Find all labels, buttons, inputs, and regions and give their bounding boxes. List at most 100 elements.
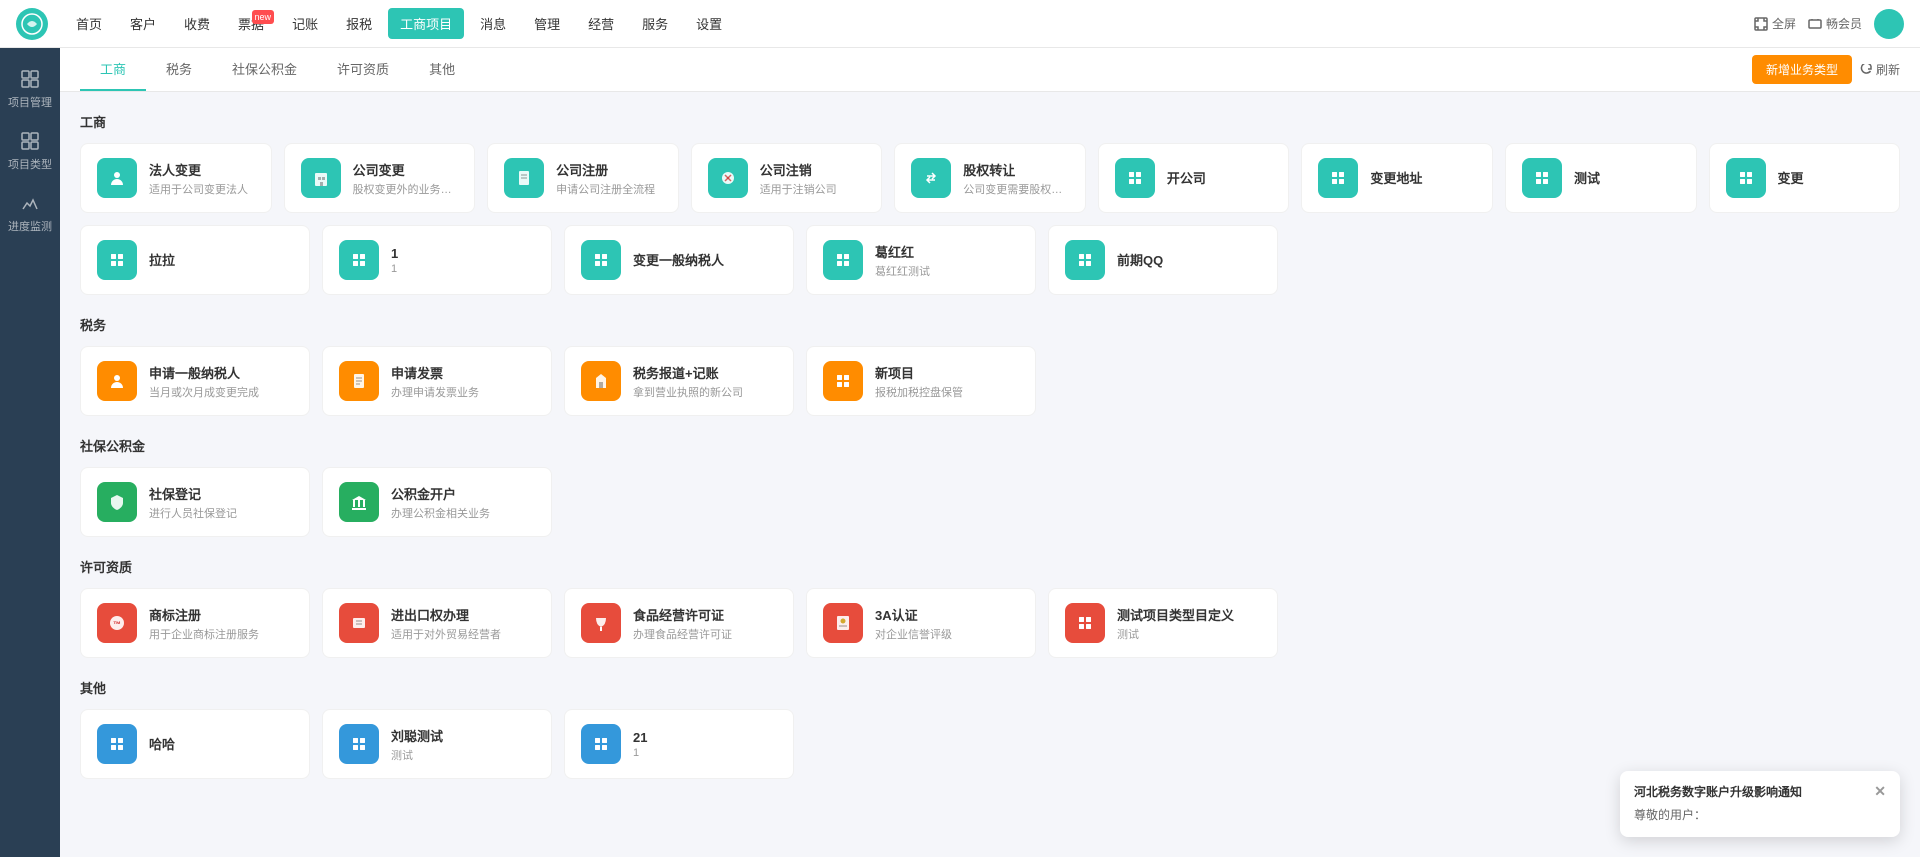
service-card-变更一般纳税人[interactable]: 变更一般纳税人 bbox=[564, 225, 794, 295]
nav-item-经营[interactable]: 经营 bbox=[576, 8, 626, 39]
card-name: 1 bbox=[391, 246, 535, 261]
card-icon-开公司 bbox=[1115, 158, 1155, 198]
card-info-3A认证: 3A认证对企业信誉评级 bbox=[875, 605, 1019, 642]
card-info-社保登记: 社保登记进行人员社保登记 bbox=[149, 484, 293, 521]
card-desc: 1 bbox=[391, 263, 535, 275]
service-card-测试项目类型目定义[interactable]: 测试项目类型目定义测试 bbox=[1048, 588, 1278, 658]
service-card-哈哈[interactable]: 哈哈 bbox=[80, 709, 310, 779]
service-card-21[interactable]: 211 bbox=[564, 709, 794, 779]
notification-close[interactable]: ✕ bbox=[1874, 783, 1886, 800]
service-card-法人变更[interactable]: 法人变更适用于公司变更法人 bbox=[80, 143, 272, 213]
card-name: 社保登记 bbox=[149, 484, 293, 503]
card-grid-其他: 哈哈 刘聪测试测试 211 bbox=[80, 709, 1900, 779]
service-card-葛红红[interactable]: 葛红红葛红红测试 bbox=[806, 225, 1036, 295]
service-card-变更[interactable]: 变更 bbox=[1709, 143, 1901, 213]
service-card-进出口权办理[interactable]: 进出口权办理适用于对外贸易经营者 bbox=[322, 588, 552, 658]
refresh-button[interactable]: 刷新 bbox=[1860, 61, 1900, 78]
card-icon-21 bbox=[581, 724, 621, 764]
service-card-前期QQ[interactable]: 前期QQ bbox=[1048, 225, 1278, 295]
service-card-税务报道+记账[interactable]: 税务报道+记账拿到营业执照的新公司 bbox=[564, 346, 794, 416]
service-card-3A认证[interactable]: 3A认证对企业信誉评级 bbox=[806, 588, 1036, 658]
card-desc: 1 bbox=[633, 747, 777, 759]
card-info-1: 11 bbox=[391, 246, 535, 275]
tab-bar: 工商税务社保公积金许可资质其他 新增业务类型 刷新 bbox=[60, 48, 1920, 92]
card-info-葛红红: 葛红红葛红红测试 bbox=[875, 242, 1019, 279]
sidebar-item-进度监测[interactable]: 进度监测 bbox=[0, 182, 60, 244]
service-card-公司变更[interactable]: 公司变更股权变更外的业务变更 bbox=[284, 143, 476, 213]
sidebar-label: 项目管理 bbox=[8, 94, 52, 110]
service-card-食品经营许可证[interactable]: 食品经营许可证办理食品经营许可证 bbox=[564, 588, 794, 658]
service-card-股权转让[interactable]: 股权转让公司变更需要股权转让 bbox=[894, 143, 1086, 213]
card-grid-工商: 法人变更适用于公司变更法人公司变更股权变更外的业务变更 公司注册申请公司注册全流程… bbox=[80, 143, 1900, 295]
user-avatar[interactable] bbox=[1874, 9, 1904, 39]
service-card-拉拉[interactable]: 拉拉 bbox=[80, 225, 310, 295]
nav-item-服务[interactable]: 服务 bbox=[630, 8, 680, 39]
card-name: 变更一般纳税人 bbox=[633, 250, 777, 269]
nav-item-消息[interactable]: 消息 bbox=[468, 8, 518, 39]
sidebar-label: 进度监测 bbox=[8, 218, 52, 234]
card-info-21: 211 bbox=[633, 730, 777, 759]
service-card-公司注销[interactable]: 公司注销适用于注销公司 bbox=[691, 143, 883, 213]
nav-item-客户[interactable]: 客户 bbox=[118, 8, 168, 39]
service-card-新项目[interactable]: 新项目报税加税控盘保管 bbox=[806, 346, 1036, 416]
nav-item-管理[interactable]: 管理 bbox=[522, 8, 572, 39]
tab-许可资质[interactable]: 许可资质 bbox=[317, 48, 409, 91]
section-title: 社保公积金 bbox=[80, 436, 1900, 455]
nav-item-首页[interactable]: 首页 bbox=[64, 8, 114, 39]
tab-税务[interactable]: 税务 bbox=[146, 48, 212, 91]
tab-工商[interactable]: 工商 bbox=[80, 48, 146, 91]
card-icon-公司变更 bbox=[301, 158, 341, 198]
card-name: 测试 bbox=[1574, 168, 1680, 187]
card-info-公司注册: 公司注册申请公司注册全流程 bbox=[556, 160, 662, 197]
card-desc: 办理食品经营许可证 bbox=[633, 626, 777, 642]
card-desc: 拿到营业执照的新公司 bbox=[633, 384, 777, 400]
tabs: 工商税务社保公积金许可资质其他 bbox=[80, 48, 475, 91]
card-name: 公司注销 bbox=[760, 160, 866, 179]
svg-text:™: ™ bbox=[113, 620, 121, 629]
service-card-公积金开户[interactable]: 公积金开户办理公积金相关业务 bbox=[322, 467, 552, 537]
member-button[interactable]: 畅会员 bbox=[1808, 15, 1862, 32]
service-card-测试[interactable]: 测试 bbox=[1505, 143, 1697, 213]
sidebar-item-项目类型[interactable]: 项目类型 bbox=[0, 120, 60, 182]
nav-item-票据[interactable]: 票据new bbox=[226, 8, 276, 39]
service-card-申请一般纳税人[interactable]: 申请一般纳税人当月或次月成变更完成 bbox=[80, 346, 310, 416]
service-card-变更地址[interactable]: 变更地址 bbox=[1301, 143, 1493, 213]
tab-其他[interactable]: 其他 bbox=[409, 48, 475, 91]
card-info-申请一般纳税人: 申请一般纳税人当月或次月成变更完成 bbox=[149, 363, 293, 400]
card-name: 公司变更 bbox=[353, 160, 459, 179]
card-icon-3A认证 bbox=[823, 603, 863, 643]
main-content: 工商税务社保公积金许可资质其他 新增业务类型 刷新 工商法人变更适用于公司变更法… bbox=[60, 48, 1920, 857]
sidebar-item-项目管理[interactable]: 项目管理 bbox=[0, 58, 60, 120]
nav-item-记账[interactable]: 记账 bbox=[280, 8, 330, 39]
card-grid-许可资质: ™商标注册用于企业商标注册服务进出口权办理适用于对外贸易经营者食品经营许可证办理… bbox=[80, 588, 1900, 658]
card-icon-变更地址 bbox=[1318, 158, 1358, 198]
sidebar-icon-项目类型 bbox=[19, 130, 41, 152]
card-icon-前期QQ bbox=[1065, 240, 1105, 280]
service-card-刘聪测试[interactable]: 刘聪测试测试 bbox=[322, 709, 552, 779]
service-card-1[interactable]: 11 bbox=[322, 225, 552, 295]
card-info-刘聪测试: 刘聪测试测试 bbox=[391, 726, 535, 763]
card-icon-拉拉 bbox=[97, 240, 137, 280]
card-grid-社保公积金: 社保登记进行人员社保登记公积金开户办理公积金相关业务 bbox=[80, 467, 1900, 537]
new-type-button[interactable]: 新增业务类型 bbox=[1752, 55, 1852, 84]
tab-社保公积金[interactable]: 社保公积金 bbox=[212, 48, 317, 91]
service-card-开公司[interactable]: 开公司 bbox=[1098, 143, 1290, 213]
nav-item-报税[interactable]: 报税 bbox=[334, 8, 384, 39]
section-税务: 税务申请一般纳税人当月或次月成变更完成申请发票办理申请发票业务税务报道+记账拿到… bbox=[80, 315, 1900, 416]
card-icon-哈哈 bbox=[97, 724, 137, 764]
service-card-申请发票[interactable]: 申请发票办理申请发票业务 bbox=[322, 346, 552, 416]
nav-item-设置[interactable]: 设置 bbox=[684, 8, 734, 39]
card-name: 进出口权办理 bbox=[391, 605, 535, 624]
card-desc: 测试 bbox=[391, 747, 535, 763]
card-desc: 适用于公司变更法人 bbox=[149, 181, 255, 197]
card-icon-葛红红 bbox=[823, 240, 863, 280]
service-card-公司注册[interactable]: 公司注册申请公司注册全流程 bbox=[487, 143, 679, 213]
service-card-社保登记[interactable]: 社保登记进行人员社保登记 bbox=[80, 467, 310, 537]
nav-item-收费[interactable]: 收费 bbox=[172, 8, 222, 39]
nav-items: 首页客户收费票据new记账报税工商项目消息管理经营服务设置 bbox=[64, 8, 1754, 39]
card-desc: 办理公积金相关业务 bbox=[391, 505, 535, 521]
service-card-商标注册[interactable]: ™商标注册用于企业商标注册服务 bbox=[80, 588, 310, 658]
nav-item-工商项目[interactable]: 工商项目 bbox=[388, 8, 464, 39]
fullscreen-button[interactable]: 全屏 bbox=[1754, 15, 1796, 32]
card-icon-测试项目类型目定义 bbox=[1065, 603, 1105, 643]
